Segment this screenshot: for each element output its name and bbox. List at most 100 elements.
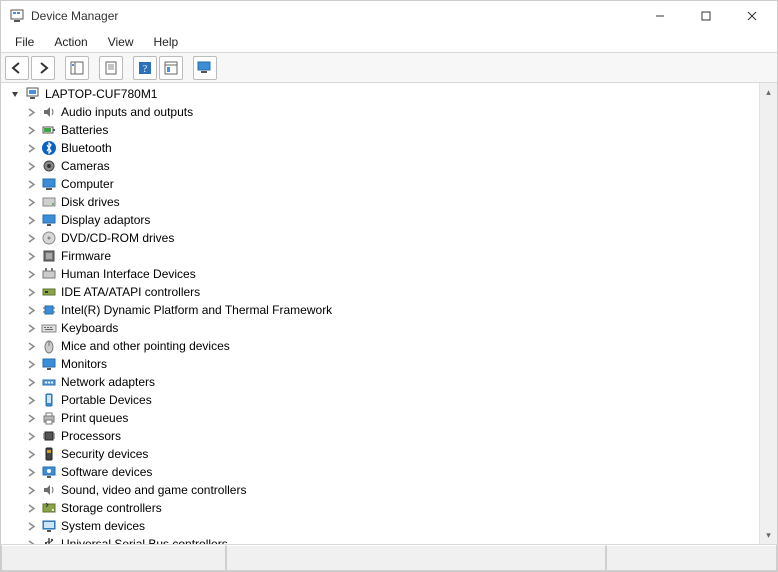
chevron-right-icon[interactable] bbox=[25, 178, 37, 190]
chevron-right-icon[interactable] bbox=[25, 394, 37, 406]
tree-category-row[interactable]: Display adaptors bbox=[1, 211, 759, 229]
svg-text:?: ? bbox=[143, 64, 148, 75]
app-icon bbox=[9, 8, 25, 24]
computer-icon bbox=[41, 176, 57, 192]
tree-category-row[interactable]: Bluetooth bbox=[1, 139, 759, 157]
chevron-right-icon[interactable] bbox=[25, 160, 37, 172]
help-button[interactable]: ? bbox=[133, 56, 157, 80]
chevron-right-icon[interactable] bbox=[25, 376, 37, 388]
sound-icon bbox=[41, 482, 57, 498]
tree-category-row[interactable]: Storage controllers bbox=[1, 499, 759, 517]
software-icon bbox=[41, 464, 57, 480]
status-cell-1 bbox=[1, 545, 226, 571]
tree-category-label: DVD/CD-ROM drives bbox=[61, 231, 174, 245]
tree-category-row[interactable]: Computer bbox=[1, 175, 759, 193]
maximize-button[interactable] bbox=[683, 1, 729, 31]
tree-category-label: Security devices bbox=[61, 447, 148, 461]
display-icon bbox=[41, 212, 57, 228]
scroll-down-arrow[interactable]: ▾ bbox=[760, 526, 777, 544]
chevron-right-icon[interactable] bbox=[25, 232, 37, 244]
menu-view[interactable]: View bbox=[98, 33, 144, 51]
chevron-right-icon[interactable] bbox=[25, 520, 37, 532]
show-hide-tree-button[interactable] bbox=[65, 56, 89, 80]
menu-help[interactable]: Help bbox=[144, 33, 189, 51]
tree-category-row[interactable]: Firmware bbox=[1, 247, 759, 265]
tree-category-row[interactable]: Human Interface Devices bbox=[1, 265, 759, 283]
tree-root-row[interactable]: LAPTOP-CUF780M1 bbox=[1, 85, 759, 103]
device-tree[interactable]: LAPTOP-CUF780M1 Audio inputs and outputs… bbox=[1, 83, 759, 544]
chevron-right-icon[interactable] bbox=[25, 268, 37, 280]
properties-button[interactable] bbox=[99, 56, 123, 80]
tree-category-label: Storage controllers bbox=[61, 501, 162, 515]
remote-monitor-button[interactable] bbox=[193, 56, 217, 80]
tree-category-row[interactable]: Batteries bbox=[1, 121, 759, 139]
tree-category-row[interactable]: Intel(R) Dynamic Platform and Thermal Fr… bbox=[1, 301, 759, 319]
forward-button[interactable] bbox=[31, 56, 55, 80]
tree-category-row[interactable]: Network adapters bbox=[1, 373, 759, 391]
tree-category-row[interactable]: Audio inputs and outputs bbox=[1, 103, 759, 121]
tree-category-row[interactable]: Monitors bbox=[1, 355, 759, 373]
tree-category-row[interactable]: Software devices bbox=[1, 463, 759, 481]
tree-category-row[interactable]: DVD/CD-ROM drives bbox=[1, 229, 759, 247]
tree-category-row[interactable]: Print queues bbox=[1, 409, 759, 427]
status-cell-3 bbox=[606, 545, 777, 571]
chevron-right-icon[interactable] bbox=[25, 538, 37, 544]
close-button[interactable] bbox=[729, 1, 775, 31]
chevron-right-icon[interactable] bbox=[25, 484, 37, 496]
chevron-right-icon[interactable] bbox=[25, 196, 37, 208]
chevron-right-icon[interactable] bbox=[25, 430, 37, 442]
chevron-right-icon[interactable] bbox=[25, 322, 37, 334]
chevron-right-icon[interactable] bbox=[25, 304, 37, 316]
scroll-up-arrow[interactable]: ▴ bbox=[760, 83, 777, 101]
chevron-right-icon[interactable] bbox=[25, 466, 37, 478]
tree-category-row[interactable]: Cameras bbox=[1, 157, 759, 175]
chevron-down-icon[interactable] bbox=[9, 88, 21, 100]
tree-category-row[interactable]: Keyboards bbox=[1, 319, 759, 337]
tree-category-row[interactable]: Sound, video and game controllers bbox=[1, 481, 759, 499]
tree-category-row[interactable]: Mice and other pointing devices bbox=[1, 337, 759, 355]
tree-category-row[interactable]: System devices bbox=[1, 517, 759, 535]
tree-category-row[interactable]: Disk drives bbox=[1, 193, 759, 211]
chevron-right-icon[interactable] bbox=[25, 340, 37, 352]
chevron-right-icon[interactable] bbox=[25, 358, 37, 370]
tree-category-row[interactable]: IDE ATA/ATAPI controllers bbox=[1, 283, 759, 301]
back-button[interactable] bbox=[5, 56, 29, 80]
tree-category-label: Print queues bbox=[61, 411, 128, 425]
toolbar: ? bbox=[1, 53, 777, 83]
chevron-right-icon[interactable] bbox=[25, 106, 37, 118]
tree-category-label: System devices bbox=[61, 519, 145, 533]
tree-category-row[interactable]: Security devices bbox=[1, 445, 759, 463]
chevron-right-icon[interactable] bbox=[25, 214, 37, 226]
chevron-right-icon[interactable] bbox=[25, 448, 37, 460]
action-button[interactable] bbox=[159, 56, 183, 80]
tree-category-label: Computer bbox=[61, 177, 114, 191]
chevron-right-icon[interactable] bbox=[25, 124, 37, 136]
computer-root-icon bbox=[25, 86, 41, 102]
tree-category-label: Intel(R) Dynamic Platform and Thermal Fr… bbox=[61, 303, 332, 317]
chevron-right-icon[interactable] bbox=[25, 142, 37, 154]
mouse-icon bbox=[41, 338, 57, 354]
tree-category-label: Network adapters bbox=[61, 375, 155, 389]
tree-category-label: Portable Devices bbox=[61, 393, 152, 407]
menu-action[interactable]: Action bbox=[44, 33, 97, 51]
tree-category-row[interactable]: Universal Serial Bus controllers bbox=[1, 535, 759, 544]
menu-file[interactable]: File bbox=[5, 33, 44, 51]
processor-icon bbox=[41, 428, 57, 444]
monitor-device-icon bbox=[41, 356, 57, 372]
portable-icon bbox=[41, 392, 57, 408]
tree-category-row[interactable]: Processors bbox=[1, 427, 759, 445]
chevron-right-icon[interactable] bbox=[25, 286, 37, 298]
system-icon bbox=[41, 518, 57, 534]
tree-category-row[interactable]: Portable Devices bbox=[1, 391, 759, 409]
firmware-icon bbox=[41, 248, 57, 264]
vertical-scrollbar[interactable]: ▴ ▾ bbox=[759, 83, 777, 544]
chevron-right-icon[interactable] bbox=[25, 412, 37, 424]
tree-category-label: Mice and other pointing devices bbox=[61, 339, 230, 353]
chevron-right-icon[interactable] bbox=[25, 502, 37, 514]
minimize-button[interactable] bbox=[637, 1, 683, 31]
bluetooth-icon bbox=[41, 140, 57, 156]
tree-category-label: Bluetooth bbox=[61, 141, 112, 155]
chip-icon bbox=[41, 302, 57, 318]
speaker-icon bbox=[41, 104, 57, 120]
chevron-right-icon[interactable] bbox=[25, 250, 37, 262]
